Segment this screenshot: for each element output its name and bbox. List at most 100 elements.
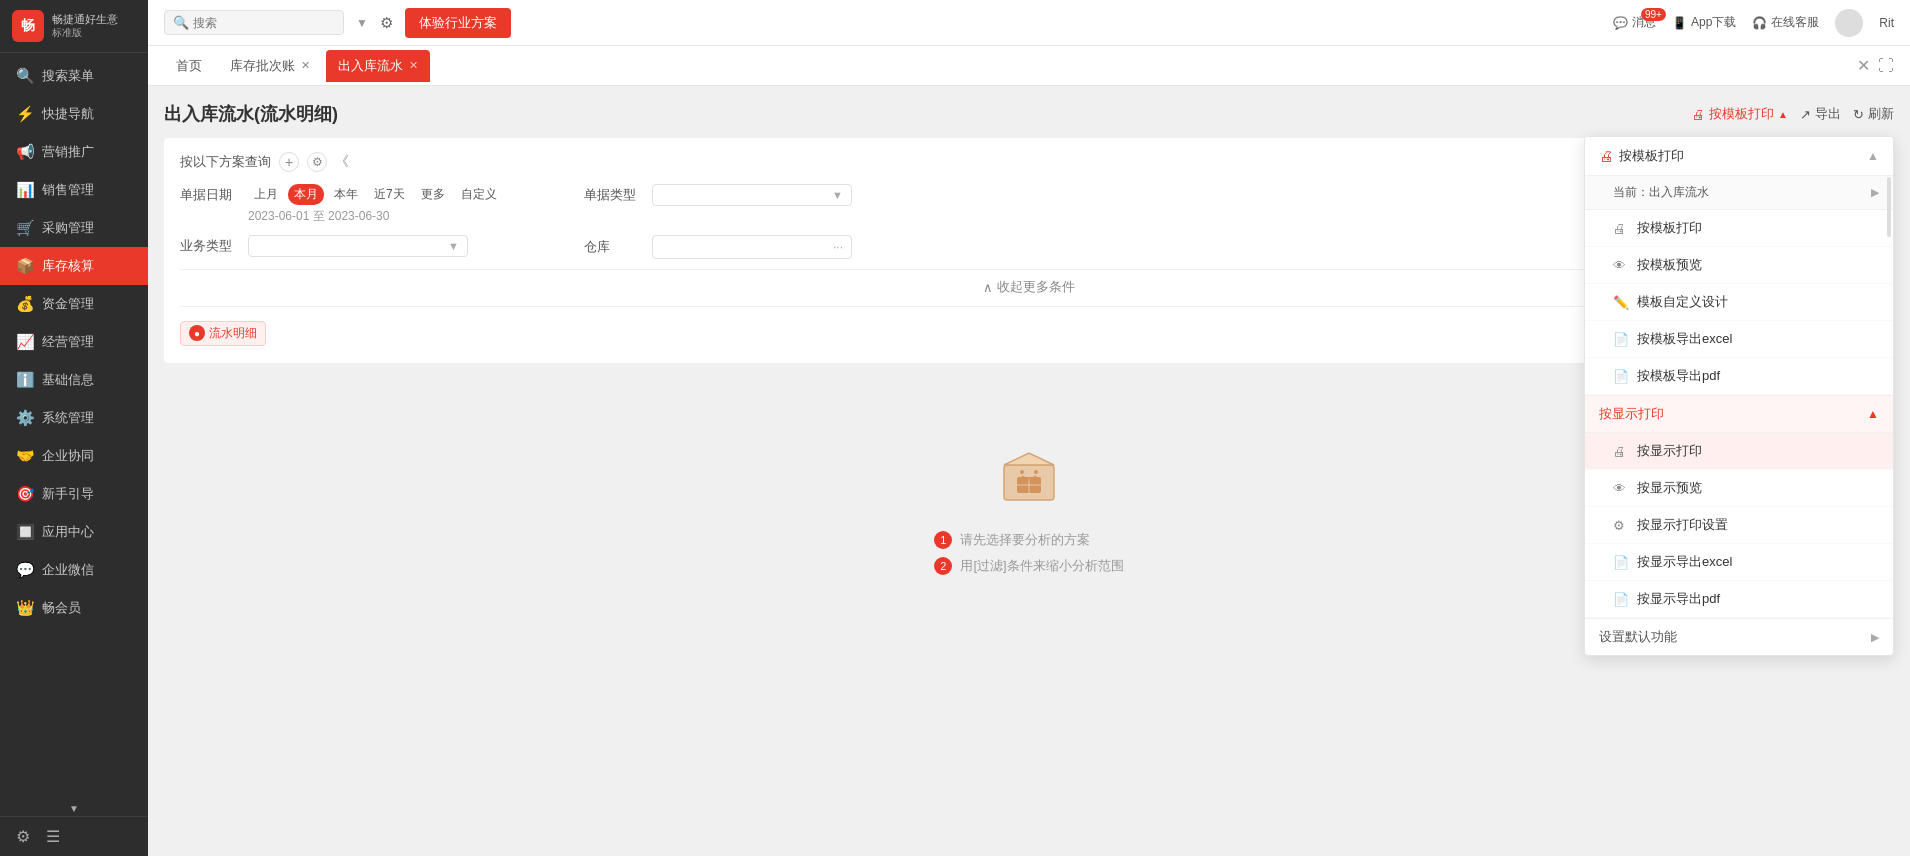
header-message[interactable]: 💬 消息 99+	[1613, 14, 1656, 31]
sidebar-item-finance[interactable]: 💰 资金管理	[0, 285, 148, 323]
template-export-excel-label: 按模板导出excel	[1637, 330, 1732, 348]
shortcut-custom[interactable]: 自定义	[455, 184, 503, 205]
sidebar-item-inventory[interactable]: 📦 库存核算	[0, 247, 148, 285]
export-button[interactable]: ↗ 导出	[1800, 105, 1841, 123]
tab-home[interactable]: 首页	[164, 50, 214, 82]
tab-expand-icon[interactable]: ⛶	[1878, 57, 1894, 75]
dropdown-item-display-print[interactable]: 🖨 按显示打印	[1585, 433, 1893, 470]
search-icon: 🔍	[173, 15, 189, 30]
display-export-pdf-label: 按显示导出pdf	[1637, 590, 1720, 608]
shortcut-last-month[interactable]: 上月	[248, 184, 284, 205]
business-type-chevron-icon: ▼	[448, 240, 459, 252]
sidebar-item-guide[interactable]: 🎯 新手引导	[0, 475, 148, 513]
sidebar-item-label: 应用中心	[42, 523, 94, 541]
header-search-box[interactable]: 🔍	[164, 10, 344, 35]
tab-inventory-batch[interactable]: 库存批次账 ✕	[218, 50, 322, 82]
shortcut-more[interactable]: 更多	[415, 184, 451, 205]
tab-bar: 首页 库存批次账 ✕ 出入库流水 ✕ ✕ ⛶	[148, 46, 1910, 86]
tab-inout-flow[interactable]: 出入库流水 ✕	[326, 50, 430, 82]
tab-inout-flow-close[interactable]: ✕	[409, 59, 418, 72]
settings-bottom-icon[interactable]: ⚙	[16, 827, 30, 846]
wechat-icon: 💬	[16, 561, 34, 579]
sidebar-item-member[interactable]: 👑 畅会员	[0, 589, 148, 627]
dropdown-chevron-up-icon[interactable]: ▲	[1867, 149, 1879, 163]
filter-collapse-icon[interactable]: 《	[335, 153, 349, 171]
header-avatar[interactable]	[1835, 9, 1863, 37]
chevron-up-icon: ▲	[1778, 109, 1788, 120]
dropdown-item-display-preview[interactable]: 👁 按显示预览	[1585, 470, 1893, 507]
dropdown-item-template-print[interactable]: 🖨 按模板打印	[1585, 210, 1893, 247]
sidebar-item-label: 采购管理	[42, 219, 94, 237]
logo-icon: 畅	[12, 10, 44, 42]
dropdown-item-display-export-pdf[interactable]: 📄 按显示导出pdf	[1585, 581, 1893, 618]
sidebar-item-basic-info[interactable]: ℹ️ 基础信息	[0, 361, 148, 399]
dropdown-item-display-export-excel[interactable]: 📄 按显示导出excel	[1585, 544, 1893, 581]
sidebar-item-quick-nav[interactable]: ⚡ 快捷导航	[0, 95, 148, 133]
tab-close-all-icon[interactable]: ✕	[1857, 56, 1870, 75]
dropdown-section-display[interactable]: 按显示打印 ▲	[1585, 395, 1893, 433]
shortcut-current-month[interactable]: 本月	[288, 184, 324, 205]
solution-button[interactable]: 体验行业方案	[405, 8, 511, 38]
dropdown-title-label: 按模板打印	[1619, 147, 1684, 165]
sidebar-item-label: 库存核算	[42, 257, 94, 275]
filter-tag-label: 流水明细	[209, 325, 257, 342]
filter-add-button[interactable]: +	[279, 152, 299, 172]
sidebar-item-label: 资金管理	[42, 295, 94, 313]
search-dropdown-icon[interactable]: ▼	[356, 16, 368, 30]
warehouse-select[interactable]: ···	[652, 235, 852, 259]
step-1-label: 请先选择要分析的方案	[960, 531, 1090, 549]
filter-setting-button[interactable]: ⚙	[307, 152, 327, 172]
dropdown-item-template-export-excel[interactable]: 📄 按模板导出excel	[1585, 321, 1893, 358]
filter-doc-type-group: 单据类型 ▼	[584, 184, 864, 206]
sidebar-item-label: 基础信息	[42, 371, 94, 389]
filter-warehouse-group: 仓库 ···	[584, 235, 864, 259]
sidebar-logo: 畅 畅捷通好生意 标准版	[0, 0, 148, 53]
sidebar-nav: 🔍 搜索菜单 ⚡ 快捷导航 📢 营销推广 📊 销售管理 🛒 采购管理 📦 库存核…	[0, 53, 148, 801]
app-icon: 📱	[1672, 16, 1687, 30]
dropdown-item-display-print-settings[interactable]: ⚙ 按显示打印设置	[1585, 507, 1893, 544]
header-service[interactable]: 🎧 在线客服	[1752, 14, 1819, 31]
dropdown-item-template-export-pdf[interactable]: 📄 按模板导出pdf	[1585, 358, 1893, 395]
search-input[interactable]	[193, 16, 313, 30]
template-print-button[interactable]: 🖨 按模板打印 ▲	[1692, 105, 1788, 123]
sidebar-item-marketing[interactable]: 📢 营销推广	[0, 133, 148, 171]
dropdown-scrollbar[interactable]	[1887, 177, 1891, 237]
sidebar-item-sales[interactable]: 📊 销售管理	[0, 171, 148, 209]
sidebar-item-label: 经营管理	[42, 333, 94, 351]
header-username[interactable]: Rit	[1879, 16, 1894, 30]
dropdown-item-template-preview[interactable]: 👁 按模板预览	[1585, 247, 1893, 284]
service-label: 在线客服	[1771, 14, 1819, 31]
marketing-icon: 📢	[16, 143, 34, 161]
tab-inventory-batch-close[interactable]: ✕	[301, 59, 310, 72]
dropdown-current-arrow-icon[interactable]: ▶	[1871, 186, 1879, 199]
doc-type-select[interactable]: ▼	[652, 184, 852, 206]
menu-bottom-icon[interactable]: ☰	[46, 827, 60, 846]
system-icon: ⚙️	[16, 409, 34, 427]
filter-tag-flow[interactable]: ● 流水明细	[180, 321, 266, 346]
shortcut-last-7-days[interactable]: 近7天	[368, 184, 411, 205]
sidebar-item-operations[interactable]: 📈 经营管理	[0, 323, 148, 361]
header-gear-icon[interactable]: ⚙	[380, 14, 393, 32]
dropdown-current: 当前：出入库流水 ▶	[1585, 176, 1893, 210]
refresh-button[interactable]: ↻ 刷新	[1853, 105, 1894, 123]
sidebar-item-purchase[interactable]: 🛒 采购管理	[0, 209, 148, 247]
tab-inventory-batch-label: 库存批次账	[230, 57, 295, 75]
dropdown-item-template-custom[interactable]: ✏️ 模板自定义设计	[1585, 284, 1893, 321]
business-type-select[interactable]: ▼	[248, 235, 468, 257]
sidebar-item-enterprise[interactable]: 🤝 企业协同	[0, 437, 148, 475]
sidebar-item-label: 搜索菜单	[42, 67, 94, 85]
dropdown-title: 🖨 按模板打印	[1599, 147, 1684, 165]
display-export-excel-icon: 📄	[1613, 555, 1629, 570]
shortcut-current-year[interactable]: 本年	[328, 184, 364, 205]
header-app-download[interactable]: 📱 App下载	[1672, 14, 1736, 31]
sidebar-item-app-center[interactable]: 🔲 应用中心	[0, 513, 148, 551]
main-area: 🔍 ▼ ⚙ 体验行业方案 💬 消息 99+ 📱 App下载 🎧 在线客服 Rit	[148, 0, 1910, 856]
sidebar-item-wechat[interactable]: 💬 企业微信	[0, 551, 148, 589]
sales-icon: 📊	[16, 181, 34, 199]
sidebar-item-search[interactable]: 🔍 搜索菜单	[0, 57, 148, 95]
app-label: App下载	[1691, 14, 1736, 31]
dropdown-footer[interactable]: 设置默认功能 ▶	[1585, 618, 1893, 655]
warehouse-label: 仓库	[584, 238, 644, 256]
sidebar-bottom: ⚙ ☰	[0, 816, 148, 856]
sidebar-item-system[interactable]: ⚙️ 系统管理	[0, 399, 148, 437]
